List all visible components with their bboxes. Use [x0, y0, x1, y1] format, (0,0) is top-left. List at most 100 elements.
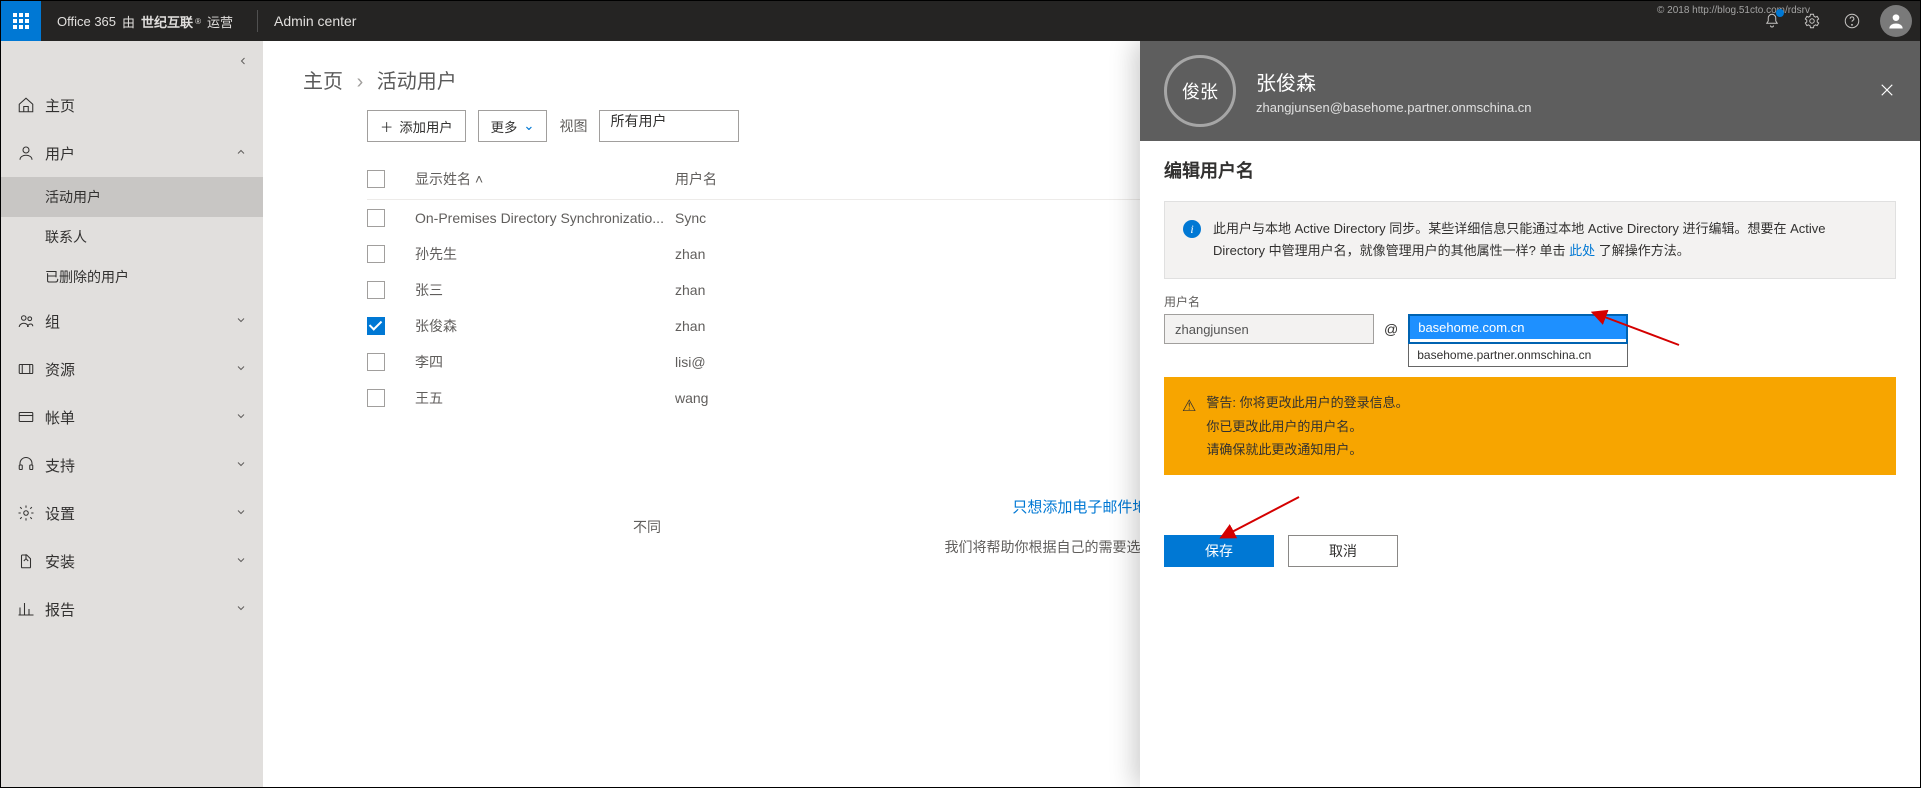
nav-users[interactable]: 用户: [1, 129, 263, 177]
nav-settings-label: 设置: [45, 503, 235, 524]
row-username: Sync: [675, 210, 706, 226]
row-checkbox[interactable]: [367, 209, 385, 227]
panel-user-email: zhangjunsen@basehome.partner.onmschina.c…: [1256, 100, 1532, 115]
nav-install[interactable]: 安装: [1, 537, 263, 585]
panel-close-button[interactable]: [1878, 81, 1896, 102]
panel-user-name: 张俊森: [1256, 67, 1532, 96]
user-avatar[interactable]: [1880, 5, 1912, 37]
nav-deleted-users[interactable]: 已删除的用户: [1, 257, 263, 297]
warn-line-3: 请确保就此更改通知用户。: [1206, 438, 1408, 461]
settings-nav-icon: [17, 504, 45, 522]
row-checkbox[interactable]: [367, 317, 385, 335]
domain-select[interactable]: basehome.com.cn basehome.partner.onmschi…: [1408, 314, 1628, 367]
info-link[interactable]: 此处: [1569, 243, 1595, 258]
brand-reg: ®: [195, 17, 201, 26]
username-label: 用户名: [1164, 293, 1896, 310]
sort-asc-icon: ˄: [475, 171, 483, 187]
brand-bold: 世纪互联: [141, 12, 193, 31]
app-launcher[interactable]: [1, 1, 41, 41]
row-username: zhan: [675, 318, 705, 334]
row-checkbox[interactable]: [367, 245, 385, 263]
nav-settings[interactable]: 设置: [1, 489, 263, 537]
add-user-button[interactable]: ＋ 添加用户: [367, 110, 466, 142]
col-display-name[interactable]: 显示姓名 ˄: [415, 169, 675, 189]
user-icon: [17, 144, 45, 162]
support-icon: [17, 456, 45, 474]
brand-by: 由: [122, 12, 135, 31]
nav-reports[interactable]: 报告: [1, 585, 263, 633]
more-label: 更多: [491, 117, 518, 136]
settings-icon[interactable]: [1792, 1, 1832, 41]
row-checkbox[interactable]: [367, 353, 385, 371]
nav-contacts[interactable]: 联系人: [1, 217, 263, 257]
crumb-active: 活动用户: [377, 71, 457, 93]
brand-suffix: 运营: [207, 12, 233, 31]
view-label: 视图: [559, 110, 587, 142]
col-name-label: 显示姓名: [415, 169, 471, 189]
nav-groups[interactable]: 组: [1, 297, 263, 345]
nav-active-users[interactable]: 活动用户: [1, 177, 263, 217]
brand-office: Office 365: [57, 14, 116, 29]
chevron-down-icon: [235, 601, 247, 618]
resources-icon: [17, 360, 45, 378]
waffle-icon: [13, 13, 29, 29]
chevron-down-icon: [235, 553, 247, 570]
warning-icon: ⚠: [1182, 393, 1196, 461]
domain-option-selected[interactable]: basehome.com.cn: [1410, 316, 1626, 339]
save-button[interactable]: 保存: [1164, 535, 1274, 567]
domain-option[interactable]: basehome.partner.onmschina.cn: [1408, 344, 1628, 367]
row-checkbox[interactable]: [367, 281, 385, 299]
row-checkbox[interactable]: [367, 389, 385, 407]
nav-billing[interactable]: 帐单: [1, 393, 263, 441]
more-button[interactable]: 更多 ⌄: [478, 110, 548, 142]
nav-resources-label: 资源: [45, 359, 235, 380]
username-input[interactable]: [1164, 314, 1374, 344]
view-filter-select[interactable]: 所有用户: [599, 110, 739, 142]
nav-install-label: 安装: [45, 551, 235, 572]
nav-home[interactable]: 主页: [1, 81, 263, 129]
panel-title: 编辑用户名: [1164, 157, 1896, 183]
chevron-down-icon: ⌄: [523, 118, 534, 134]
nav-home-label: 主页: [45, 95, 247, 116]
warn-line-1: 警告: 你将更改此用户的登录信息。: [1206, 391, 1408, 414]
row-username: zhan: [675, 246, 705, 262]
nav-billing-label: 帐单: [45, 407, 235, 428]
sidebar-collapse[interactable]: [1, 41, 263, 81]
cancel-button[interactable]: 取消: [1288, 535, 1398, 567]
select-all-checkbox[interactable]: [367, 170, 385, 188]
chevron-down-icon: [235, 505, 247, 522]
chevron-up-icon: [235, 145, 247, 162]
row-name: 孙先生: [415, 244, 675, 264]
row-username: lisi@: [675, 354, 706, 370]
row-name: On-Premises Directory Synchronizatio...: [415, 210, 675, 226]
crumb-sep: ›: [349, 71, 372, 93]
nav-users-label: 用户: [45, 143, 235, 164]
plus-icon: ＋: [380, 117, 393, 136]
col-username[interactable]: 用户名: [675, 169, 717, 189]
notifications-icon[interactable]: [1752, 1, 1792, 41]
nav-resources[interactable]: 资源: [1, 345, 263, 393]
nav-support-label: 支持: [45, 455, 235, 476]
warn-line-2: 你已更改此用户的用户名。: [1206, 415, 1408, 438]
brand-label: Office 365 由 世纪互联 ® 运营: [41, 12, 249, 31]
reports-icon: [17, 600, 45, 618]
chevron-down-icon: [235, 361, 247, 378]
divider: [257, 10, 258, 32]
group-icon: [17, 312, 45, 330]
edit-user-panel: 俊张 张俊森 zhangjunsen@basehome.partner.onms…: [1140, 41, 1920, 787]
user-avatar-large: 俊张: [1164, 55, 1236, 127]
row-name: 李四: [415, 352, 675, 372]
chevron-down-icon: [235, 313, 247, 330]
nav-support[interactable]: 支持: [1, 441, 263, 489]
chevron-down-icon: [235, 457, 247, 474]
row-username: zhan: [675, 282, 705, 298]
crumb-home[interactable]: 主页: [303, 71, 343, 93]
row-name: 张俊森: [415, 316, 675, 336]
billing-icon: [17, 408, 45, 426]
nav-reports-label: 报告: [45, 599, 235, 620]
warning-box: ⚠ 警告: 你将更改此用户的登录信息。 你已更改此用户的用户名。 请确保就此更改…: [1164, 377, 1896, 475]
info-icon: i: [1183, 220, 1201, 238]
home-icon: [17, 96, 45, 114]
help-icon[interactable]: [1832, 1, 1872, 41]
add-user-label: 添加用户: [399, 117, 452, 136]
